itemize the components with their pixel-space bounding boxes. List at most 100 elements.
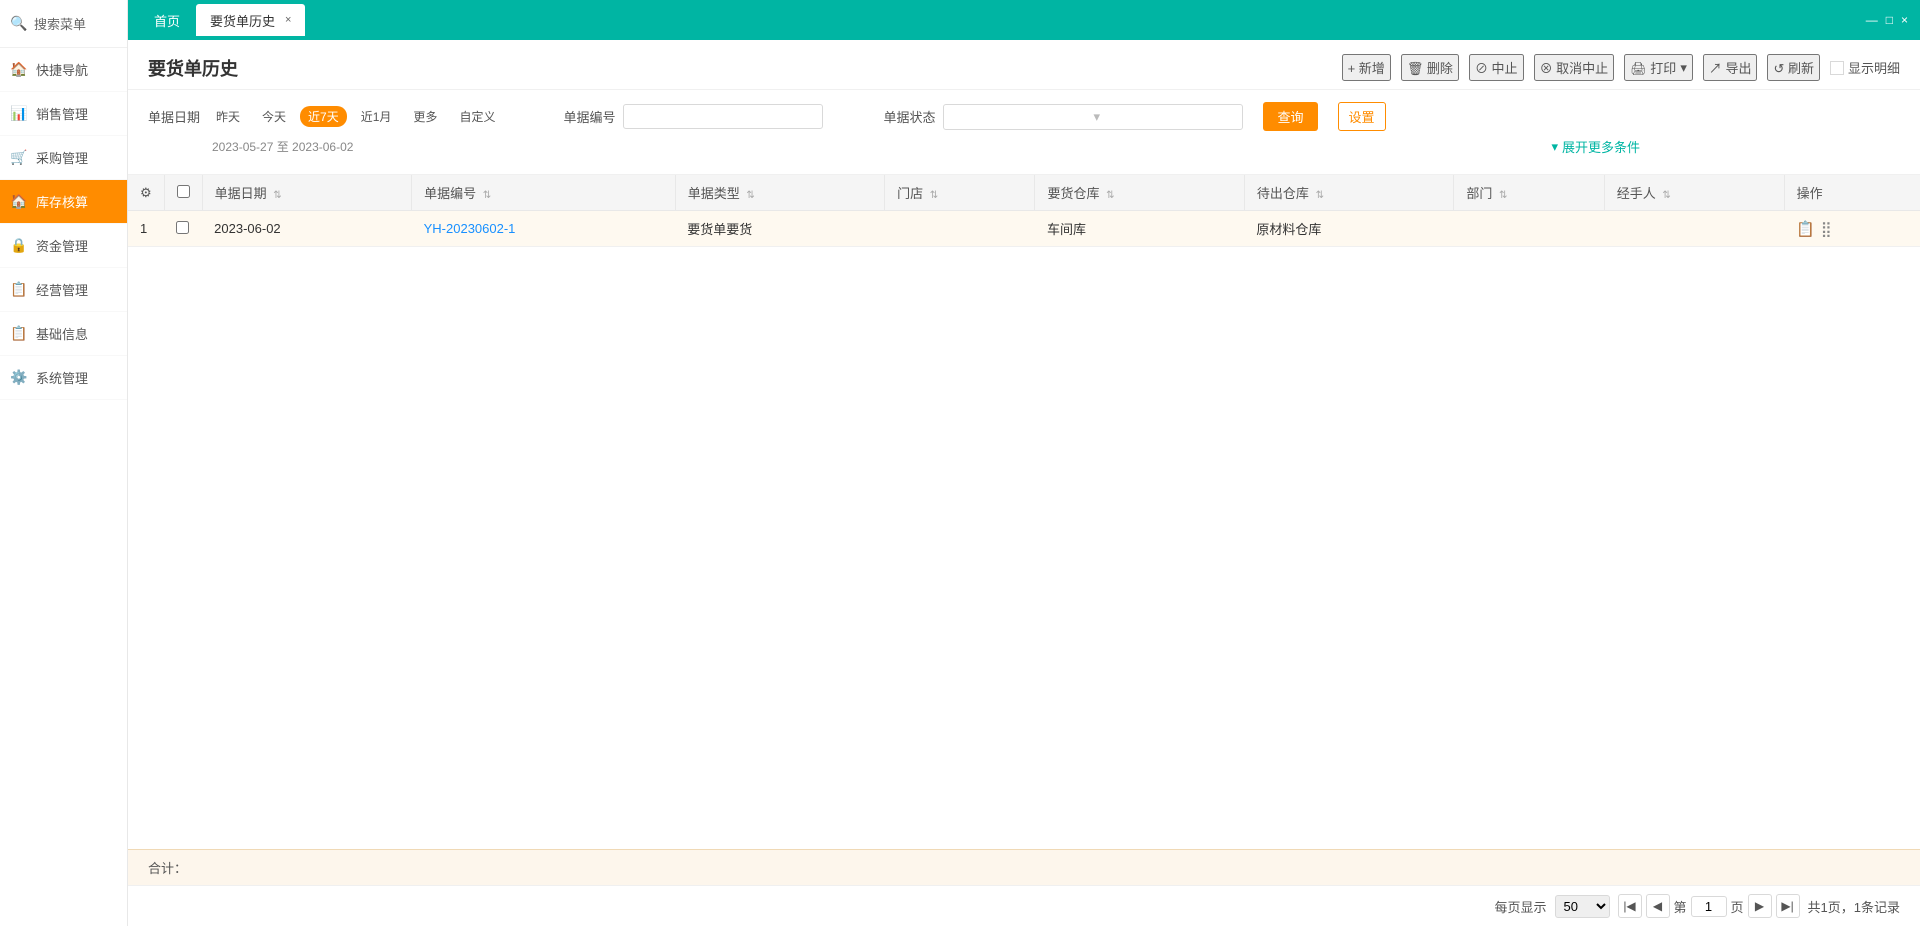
filter-row-date-range: 2023-05-27 至 2023-06-02 ▾ 展开更多条件 [148,137,1900,156]
next-page-btn[interactable]: ▶ [1748,894,1772,918]
delete-button[interactable]: 🗑 删除 [1401,54,1459,81]
sidebar-item-quick-nav[interactable]: 🏠 快捷导航 [0,48,127,92]
edit-icon[interactable]: 📋 [1796,220,1815,238]
th-pending-warehouse-label: 待出仓库 [1257,186,1309,201]
sidebar-item-label: 快捷导航 [36,60,88,79]
expand-filter-btn[interactable]: ▾ 展开更多条件 [1551,137,1640,156]
cell-store [885,211,1035,247]
order-number-input[interactable] [623,104,823,129]
cancel-stop-button[interactable]: ⊗ 取消中止 [1534,54,1615,81]
page-nav: |◀ ◀ 第 页 ▶ ▶| [1618,894,1800,918]
delete-row-icon[interactable]: ⣿ [1821,220,1832,238]
th-action: 操作 [1784,175,1920,211]
status-select[interactable]: ▾ [943,104,1243,130]
cell-req-warehouse: 车间库 [1035,211,1244,247]
tab-home[interactable]: 首页 [140,4,194,36]
sidebar-item-label: 系统管理 [36,368,88,387]
settings-button[interactable]: 设置 [1338,102,1386,131]
order-number-label: 单据编号 [563,107,615,126]
restore-btn[interactable]: □ [1886,13,1893,27]
sidebar-item-basic-info[interactable]: 📋 基础信息 [0,312,127,356]
sort-date-icon[interactable]: ⇅ [273,190,281,201]
sidebar-item-operations[interactable]: 📋 经营管理 [0,268,127,312]
export-btn-label: ↗ 导出 [1709,58,1752,77]
status-label: 单据状态 [883,107,935,126]
operations-icon: 📋 [10,281,28,299]
date-btn-custom[interactable]: 自定义 [451,106,503,127]
sidebar-item-finance[interactable]: 🔒 资金管理 [0,224,127,268]
row-checkbox[interactable] [176,221,189,234]
th-order-type: 单据类型 ⇅ [675,175,884,211]
sort-order-no-icon[interactable]: ⇅ [483,190,491,201]
date-btn-1month[interactable]: 近1月 [353,106,400,127]
export-button[interactable]: ↗ 导出 [1703,54,1758,81]
select-all-checkbox[interactable] [177,185,190,198]
cell-action: 📋 ⣿ [1784,211,1920,247]
print-button[interactable]: 🖨 打印 ▾ [1624,54,1693,81]
purchase-icon: 🛒 [10,149,28,167]
prev-page-btn[interactable]: ◀ [1646,894,1670,918]
home-icon: 🏠 [10,61,28,79]
close-btn[interactable]: × [1901,13,1908,27]
cell-department [1454,211,1604,247]
inventory-icon: 🏠 [10,193,28,211]
search-menu-label: 搜索菜单 [34,14,86,33]
sort-req-warehouse-icon[interactable]: ⇅ [1106,190,1114,201]
sidebar-item-inventory[interactable]: 🏠 库存核算 [0,180,127,224]
sidebar: 🔍 搜索菜单 🏠 快捷导航 📊 销售管理 🛒 采购管理 🏠 库存核算 🔒 资金管… [0,0,128,926]
filter-row-1: 单据日期 昨天 今天 近7天 近1月 更多 自定义 单据编号 [148,102,1900,131]
tab-home-label: 首页 [154,11,180,30]
sort-department-icon[interactable]: ⇅ [1499,190,1507,201]
last-page-btn[interactable]: ▶| [1776,894,1800,918]
th-req-warehouse-label: 要货仓库 [1047,186,1099,201]
delete-btn-label: 🗑 删除 [1407,58,1453,77]
query-button[interactable]: 查询 [1263,102,1317,131]
window-controls: — □ × [1866,13,1908,27]
th-settings[interactable]: ⚙ [128,175,164,211]
sidebar-item-purchase[interactable]: 🛒 采购管理 [0,136,127,180]
page-header: 要货单历史 + 新增 🗑 删除 ⊘ 中止 ⊗ 取消中止 🖨 打印 ▾ [128,40,1920,90]
refresh-button[interactable]: ↺ 刷新 [1767,54,1820,81]
th-checkbox[interactable] [164,175,202,211]
print-dropdown-icon[interactable]: ▾ [1680,60,1687,76]
sidebar-item-label: 库存核算 [36,192,88,211]
order-number-filter: 单据编号 [563,104,823,129]
date-btn-7days[interactable]: 近7天 [300,106,347,127]
stop-button[interactable]: ⊘ 中止 [1469,54,1524,81]
th-order-type-label: 单据类型 [688,186,740,201]
sort-pending-warehouse-icon[interactable]: ⇅ [1316,190,1324,201]
page-label: 第 [1674,897,1687,916]
cancel-stop-btn-label: ⊗ 取消中止 [1540,58,1609,77]
tab-current[interactable]: 要货单历史 × [196,4,305,36]
sort-order-type-icon[interactable]: ⇅ [746,190,754,201]
page-content: 要货单历史 + 新增 🗑 删除 ⊘ 中止 ⊗ 取消中止 🖨 打印 ▾ [128,40,1920,926]
page-input[interactable] [1691,896,1727,917]
minimize-btn[interactable]: — [1866,13,1878,27]
sidebar-item-sales[interactable]: 📊 销售管理 [0,92,127,136]
per-page-select[interactable]: 10 20 50 100 [1555,895,1610,918]
toolbar: + 新增 🗑 删除 ⊘ 中止 ⊗ 取消中止 🖨 打印 ▾ ↗ 导出 [1342,54,1900,81]
basic-info-icon: 📋 [10,325,28,343]
print-btn-label: 🖨 打印 [1630,58,1676,77]
tab-close-icon[interactable]: × [285,14,291,26]
sidebar-item-system[interactable]: ⚙️ 系统管理 [0,356,127,400]
sort-handler-icon[interactable]: ⇅ [1662,190,1670,201]
footer-summary: 合计： [128,849,1920,885]
new-button[interactable]: + 新增 [1342,54,1391,81]
date-btn-more[interactable]: 更多 [405,106,445,127]
cell-index: 1 [128,211,164,247]
date-btn-yesterday[interactable]: 昨天 [208,106,248,127]
status-dropdown-icon: ▾ [1093,109,1234,125]
order-no-link[interactable]: YH-20230602-1 [424,221,516,236]
system-icon: ⚙️ [10,369,28,387]
action-icons: 📋 ⣿ [1796,220,1908,238]
display-detail-checkbox[interactable] [1830,61,1844,75]
sort-store-icon[interactable]: ⇅ [930,190,938,201]
display-detail-toggle[interactable]: 显示明细 [1830,58,1900,77]
data-table: ⚙ 单据日期 ⇅ 单据编号 ⇅ 单据类型 ⇅ [128,175,1920,247]
search-menu[interactable]: 🔍 搜索菜单 [0,0,127,48]
th-handler-label: 经手人 [1617,186,1656,201]
date-btn-today[interactable]: 今天 [254,106,294,127]
first-page-btn[interactable]: |◀ [1618,894,1642,918]
cell-checkbox[interactable] [164,211,202,247]
